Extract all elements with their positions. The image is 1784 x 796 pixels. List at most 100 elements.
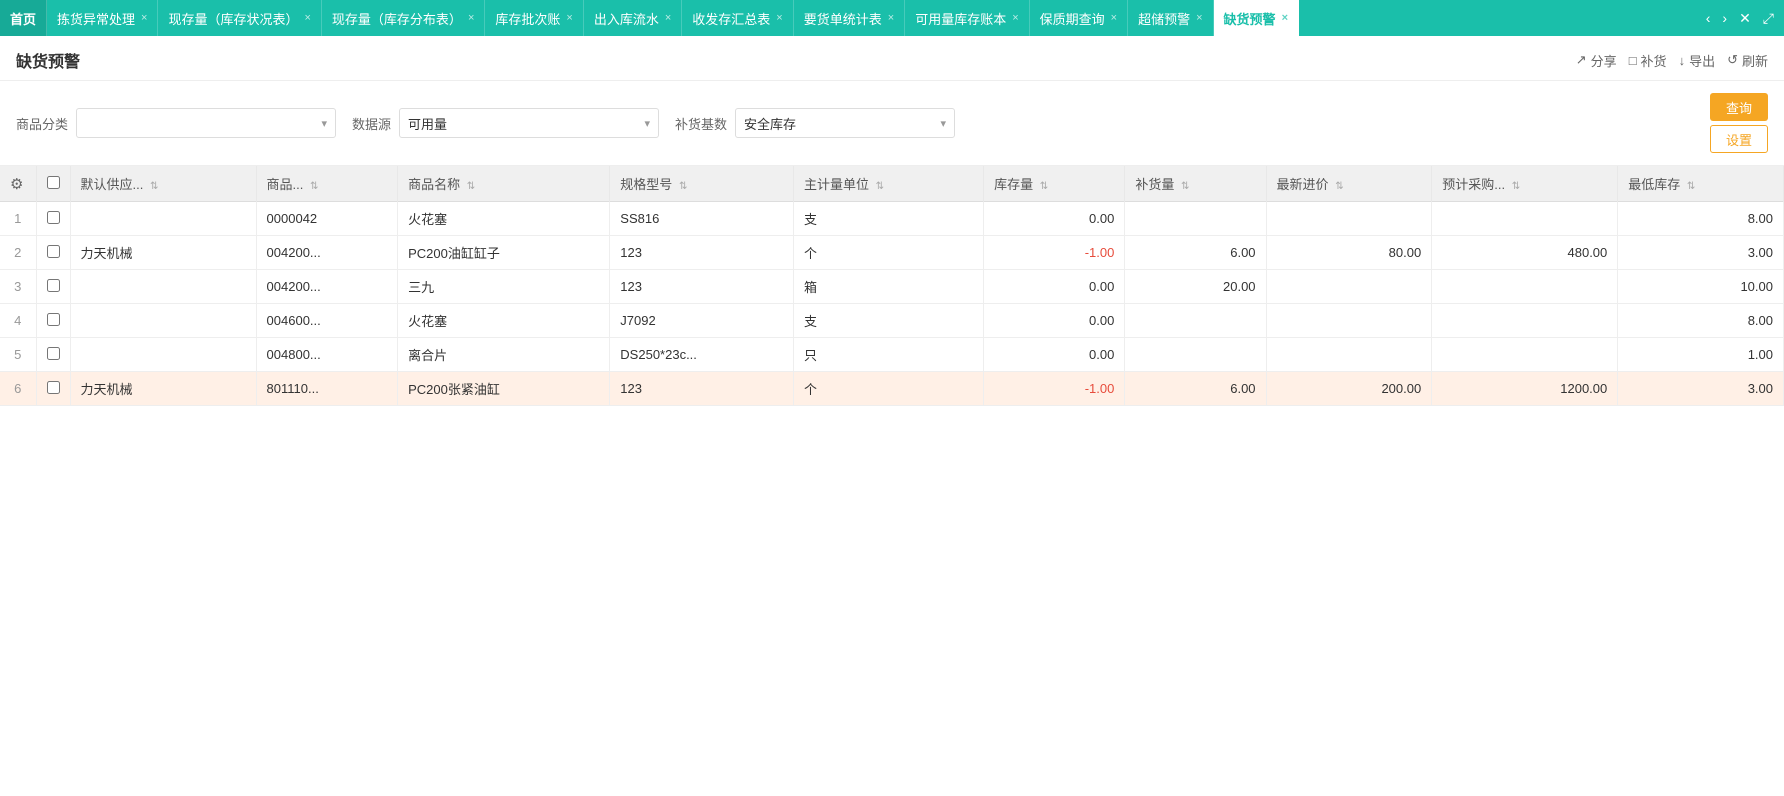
replenish-filter-group: 补货基数 安全库存 ▾: [675, 108, 955, 138]
product-name-col-header[interactable]: 商品名称 ⇅: [398, 166, 610, 202]
row-checkbox-4[interactable]: [47, 313, 60, 326]
row-supplier-4: [70, 304, 256, 338]
close-tab-available-account-icon[interactable]: ×: [1012, 12, 1018, 24]
row-stock-6: -1.00: [984, 372, 1125, 406]
row-checkbox-6[interactable]: [47, 381, 60, 394]
nav-tab-replenish-stat[interactable]: 要货单统计表×: [794, 0, 905, 36]
row-product-name-6: PC200张紧油缸: [398, 372, 610, 406]
nav-tab-inventory-dist[interactable]: 现存量（库存分布表）×: [322, 0, 485, 36]
row-replenish-3: 20.00: [1125, 270, 1266, 304]
row-checkbox-cell-1[interactable]: [36, 202, 70, 236]
row-checkbox-cell-4[interactable]: [36, 304, 70, 338]
refresh-icon: ↺: [1727, 52, 1738, 68]
close-tab-inout-flow-icon[interactable]: ×: [665, 12, 671, 24]
nav-tab-inout-flow[interactable]: 出入库流水×: [584, 0, 682, 36]
product-name-col-label: 商品名称: [408, 177, 460, 192]
close-tab-exception-icon[interactable]: ×: [141, 12, 147, 24]
nav-tab-shortage[interactable]: 缺货预警×: [1214, 0, 1299, 36]
table-row[interactable]: 2 力天机械 004200... PC200油缸缸子 123 个 -1.00 6…: [0, 236, 1784, 270]
replenish-btn[interactable]: □ 补货: [1629, 51, 1667, 70]
filter-actions: 查询 设置: [1710, 93, 1768, 153]
table-row[interactable]: 6 力天机械 801110... PC200张紧油缸 123 个 -1.00 6…: [0, 372, 1784, 406]
row-checkbox-cell-5[interactable]: [36, 338, 70, 372]
row-product-code-1: 0000042: [256, 202, 398, 236]
row-checkbox-2[interactable]: [47, 245, 60, 258]
row-spec-1: SS816: [610, 202, 794, 236]
share-btn[interactable]: ↗ 分享: [1576, 51, 1617, 70]
refresh-btn[interactable]: ↺ 刷新: [1727, 51, 1768, 70]
latest-price-col-label: 最新进价: [1277, 177, 1329, 192]
category-select[interactable]: ▾: [76, 108, 336, 138]
row-checkbox-3[interactable]: [47, 279, 60, 292]
row-checkbox-cell-6[interactable]: [36, 372, 70, 406]
replenish-base-label: 补货基数: [675, 114, 727, 133]
replenish-select[interactable]: 安全库存 ▾: [735, 108, 955, 138]
row-latest-price-4: [1266, 304, 1432, 338]
table-row[interactable]: 4 004600... 火花塞 J7092 支 0.00 8.00: [0, 304, 1784, 338]
nav-close-btn[interactable]: ✕: [1733, 0, 1757, 36]
close-tab-shortage-icon[interactable]: ×: [1282, 12, 1288, 24]
export-btn[interactable]: ↓ 导出: [1679, 51, 1716, 70]
close-tab-expiry-query-icon[interactable]: ×: [1111, 12, 1117, 24]
row-checkbox-5[interactable]: [47, 347, 60, 360]
row-index-3: 3: [0, 270, 36, 304]
nav-tab-batch-account[interactable]: 库存批次账×: [485, 0, 583, 36]
row-supplier-5: [70, 338, 256, 372]
share-icon: ↗: [1576, 52, 1587, 68]
close-tab-receipt-summary-icon[interactable]: ×: [776, 12, 782, 24]
page-content: 缺货预警 ↗ 分享 □ 补货 ↓ 导出 ↺ 刷新 商品分类: [0, 36, 1784, 796]
row-latest-price-5: [1266, 338, 1432, 372]
stock-col-header[interactable]: 库存量 ⇅: [984, 166, 1125, 202]
close-tab-inventory-status-icon[interactable]: ×: [304, 12, 310, 24]
row-stock-2: -1.00: [984, 236, 1125, 270]
row-product-name-4: 火花塞: [398, 304, 610, 338]
latest-price-col-header[interactable]: 最新进价 ⇅: [1266, 166, 1432, 202]
spec-col-header[interactable]: 规格型号 ⇅: [610, 166, 794, 202]
select-all-checkbox[interactable]: [47, 176, 60, 189]
nav-tab-available-account[interactable]: 可用量库存账本×: [905, 0, 1029, 36]
replenish-col-header[interactable]: 补货量 ⇅: [1125, 166, 1266, 202]
row-unit-1: 支: [794, 202, 984, 236]
nav-tab-expiry-query[interactable]: 保质期查询×: [1030, 0, 1128, 36]
nav-tab-receipt-summary[interactable]: 收发存汇总表×: [682, 0, 793, 36]
datasource-filter-group: 数据源 可用量 ▾: [352, 108, 659, 138]
nav-tab-home[interactable]: 首页: [0, 0, 47, 36]
stock-col-label: 库存量: [994, 177, 1033, 192]
nav-prev-btn[interactable]: ‹: [1700, 0, 1717, 36]
estimated-col-label: 预计采购...: [1442, 177, 1505, 192]
table-row[interactable]: 3 004200... 三九 123 箱 0.00 20.00 10.00: [0, 270, 1784, 304]
unit-col-header[interactable]: 主计量单位 ⇅: [794, 166, 984, 202]
settings-button[interactable]: 设置: [1710, 125, 1768, 153]
datasource-chevron-icon: ▾: [645, 117, 651, 130]
row-checkbox-cell-2[interactable]: [36, 236, 70, 270]
row-stock-3: 0.00: [984, 270, 1125, 304]
gear-icon[interactable]: ⚙: [10, 176, 23, 193]
close-tab-batch-account-icon[interactable]: ×: [566, 12, 572, 24]
nav-tab-overstock[interactable]: 超储预警×: [1128, 0, 1213, 36]
row-supplier-2: 力天机械: [70, 236, 256, 270]
replenish-icon: □: [1629, 53, 1637, 68]
nav-tab-inventory-status[interactable]: 现存量（库存状况表）×: [158, 0, 321, 36]
unit-col-label: 主计量单位: [804, 177, 869, 192]
supplier-col-header[interactable]: 默认供应... ⇅: [70, 166, 256, 202]
product-code-col-label: 商品...: [267, 177, 304, 192]
close-tab-overstock-icon[interactable]: ×: [1196, 12, 1202, 24]
estimated-col-header[interactable]: 预计采购... ⇅: [1432, 166, 1618, 202]
row-checkbox-cell-3[interactable]: [36, 270, 70, 304]
nav-next-btn[interactable]: ›: [1716, 0, 1733, 36]
row-supplier-3: [70, 270, 256, 304]
row-checkbox-1[interactable]: [47, 211, 60, 224]
table-row[interactable]: 1 0000042 火花塞 SS816 支 0.00 8.00: [0, 202, 1784, 236]
query-button[interactable]: 查询: [1710, 93, 1768, 121]
row-stock-5: 0.00: [984, 338, 1125, 372]
close-tab-replenish-stat-icon[interactable]: ×: [888, 12, 894, 24]
product-code-col-header[interactable]: 商品... ⇅: [256, 166, 398, 202]
min-stock-col-header[interactable]: 最低库存 ⇅: [1618, 166, 1784, 202]
share-label: 分享: [1591, 51, 1617, 70]
nav-maximize-btn[interactable]: ⤢: [1757, 0, 1780, 36]
nav-tab-exception[interactable]: 拣货异常处理×: [47, 0, 158, 36]
table-row[interactable]: 5 004800... 离合片 DS250*23c... 只 0.00 1.00: [0, 338, 1784, 372]
datasource-select[interactable]: 可用量 ▾: [399, 108, 659, 138]
close-tab-inventory-dist-icon[interactable]: ×: [468, 12, 474, 24]
replenish-chevron-icon: ▾: [941, 117, 947, 130]
